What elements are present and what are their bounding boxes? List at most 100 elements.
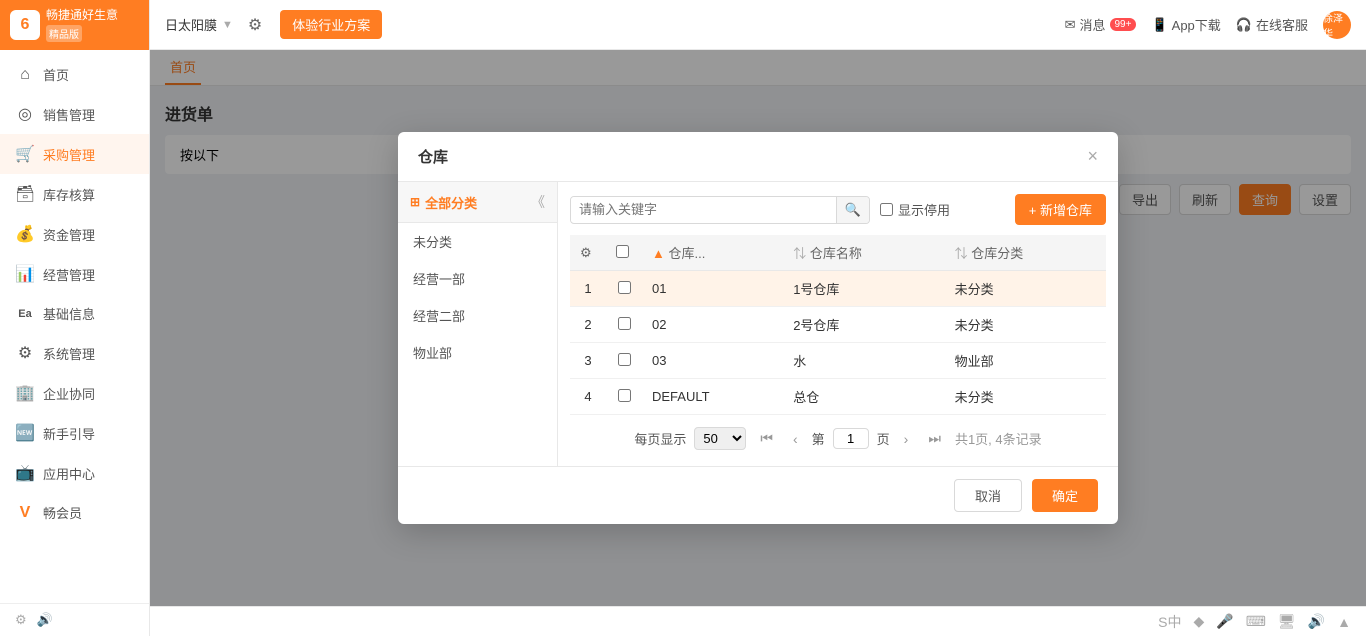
appcenter-icon: 📺 <box>15 463 35 483</box>
sidebar-item-operations[interactable]: 📊 经营管理 <box>0 254 149 294</box>
status-mic-icon[interactable]: 🎤 <box>1216 613 1233 630</box>
user-info[interactable]: 徐泽华 <box>1323 11 1351 39</box>
per-page-select[interactable]: 50 20 100 <box>694 427 746 450</box>
modal-footer: 取消 确定 <box>398 466 1118 524</box>
row-checkbox[interactable] <box>606 271 642 307</box>
member-icon: V <box>15 504 35 522</box>
show-disabled-label[interactable]: 显示停用 <box>880 200 950 219</box>
modal-cancel-btn[interactable]: 取消 <box>954 479 1022 512</box>
per-page-label: 每页显示 <box>634 429 686 448</box>
system-icon: ⚙ <box>15 343 35 363</box>
sidebar-item-sales[interactable]: ◎ 销售管理 <box>0 94 149 134</box>
header-actions: ✉ 消息 99+ 📱 App下载 🎧 在线客服 徐泽华 <box>1065 11 1351 39</box>
sidebar-item-label: 首页 <box>43 65 69 84</box>
table-row[interactable]: 1 01 1号仓库 未分类 <box>570 271 1106 307</box>
table-row[interactable]: 3 03 水 物业部 <box>570 343 1106 379</box>
row-code: 02 <box>642 307 783 343</box>
sidebar-item-finance[interactable]: 💰 资金管理 <box>0 214 149 254</box>
sidebar-item-appcenter[interactable]: 📺 应用中心 <box>0 453 149 493</box>
th-category: ⇅ 仓库分类 <box>945 235 1106 271</box>
show-disabled-checkbox[interactable] <box>880 203 893 216</box>
search-input-wrap: 🔍 <box>570 196 870 224</box>
home-icon: ⌂ <box>15 66 35 84</box>
sidebar-item-label: 系统管理 <box>43 344 95 363</box>
category-title: ⊞ 全部分类 <box>410 193 477 212</box>
modal-confirm-btn[interactable]: 确定 <box>1032 479 1098 512</box>
modal-overlay: 仓库 × ⊞ 全部分类 《 <box>150 50 1366 606</box>
message-icon: ✉ <box>1065 17 1076 33</box>
new-warehouse-btn[interactable]: + 新增仓库 <box>1015 194 1106 225</box>
online-service-btn[interactable]: 🎧 在线客服 <box>1236 15 1308 34</box>
statusbar: S中 ◆ 🎤 ⌨ 🖥 🔊 ▲ <box>150 606 1366 636</box>
messages-btn[interactable]: ✉ 消息 99+ <box>1065 15 1137 34</box>
table-row[interactable]: 4 DEFAULT 总仓 未分类 <box>570 379 1106 415</box>
sidebar-item-home[interactable]: ⌂ 首页 <box>0 55 149 94</box>
modal-header: 仓库 × <box>398 132 1118 182</box>
row-num: 1 <box>570 271 606 307</box>
basic-icon: Ea <box>15 308 35 320</box>
row-checkbox[interactable] <box>606 343 642 379</box>
sidebar-collapse-btn[interactable]: ⚙ <box>15 612 27 628</box>
sidebar-item-member[interactable]: V 畅会员 <box>0 493 149 532</box>
table-head: ⚙ ▲ 仓库... <box>570 235 1106 271</box>
status-monitor-icon[interactable]: 🖥 <box>1278 613 1296 630</box>
modal-close-btn[interactable]: × <box>1087 146 1098 167</box>
row-num: 4 <box>570 379 606 415</box>
sidebar-nav: ⌂ 首页 ◎ 销售管理 🛒 采购管理 🗃 库存核算 💰 资金管理 📊 经营管理 … <box>0 50 149 603</box>
sales-icon: ◎ <box>15 104 35 124</box>
status-diamond-icon: ◆ <box>1193 613 1204 630</box>
prev-page-btn[interactable]: ‹ <box>787 429 804 449</box>
category-item-dept1[interactable]: 经营一部 <box>398 260 557 297</box>
row-code: 03 <box>642 343 783 379</box>
table-toolbar: 🔍 显示停用 + 新增仓库 <box>570 194 1106 225</box>
table-row[interactable]: 2 02 2号仓库 未分类 <box>570 307 1106 343</box>
sidebar-item-basic[interactable]: Ea 基础信息 <box>0 294 149 333</box>
gear-icon: ⚙ <box>580 245 592 260</box>
status-up-icon: ▲ <box>1337 614 1351 630</box>
category-item-dept2[interactable]: 经营二部 <box>398 297 557 334</box>
sidebar-item-label: 经营管理 <box>43 265 95 284</box>
sidebar-item-purchase[interactable]: 🛒 采购管理 <box>0 134 149 174</box>
app-download-btn[interactable]: 📱 App下载 <box>1151 15 1220 34</box>
category-item-uncategorized[interactable]: 未分类 <box>398 223 557 260</box>
category-header: ⊞ 全部分类 《 <box>398 182 557 223</box>
sidebar-item-inventory[interactable]: 🗃 库存核算 <box>0 174 149 214</box>
status-keyboard-icon[interactable]: ⌨ <box>1246 613 1266 630</box>
search-icon[interactable]: 🔍 <box>836 197 869 223</box>
row-name: 1号仓库 <box>783 271 944 307</box>
row-checkbox[interactable] <box>606 379 642 415</box>
header: 日太阳膜 ▼ ⚙ 体验行业方案 ✉ 消息 99+ 📱 App下载 🎧 在线客服 … <box>150 0 1366 50</box>
status-s-icon[interactable]: S中 <box>1158 612 1181 632</box>
sidebar-item-label: 畅会员 <box>43 503 82 522</box>
first-page-btn[interactable]: ⏮ <box>754 428 779 449</box>
sidebar-item-label: 新手引导 <box>43 424 95 443</box>
header-gear-icon[interactable]: ⚙ <box>248 15 262 35</box>
msg-label: 消息 <box>1079 15 1105 34</box>
next-page-btn[interactable]: › <box>898 429 915 449</box>
trial-btn[interactable]: 体验行业方案 <box>280 10 382 39</box>
page-input[interactable] <box>833 428 869 449</box>
online-service-label: 在线客服 <box>1256 15 1308 34</box>
select-all-checkbox[interactable] <box>616 245 629 258</box>
row-code: DEFAULT <box>642 379 783 415</box>
search-input[interactable] <box>571 197 836 222</box>
pagination-row: 每页显示 50 20 100 ⏮ ‹ 第 页 › <box>570 415 1106 454</box>
sidebar-item-system[interactable]: ⚙ 系统管理 <box>0 333 149 373</box>
th-checkbox <box>606 235 642 271</box>
sidebar-item-guide[interactable]: 🆕 新手引导 <box>0 413 149 453</box>
pagination-total: 共1页, 4条记录 <box>955 429 1042 448</box>
sidebar-item-enterprise[interactable]: 🏢 企业协同 <box>0 373 149 413</box>
status-sound-icon[interactable]: 🔊 <box>1308 613 1325 630</box>
store-selector[interactable]: 日太阳膜 ▼ <box>165 15 233 34</box>
main-area: 日太阳膜 ▼ ⚙ 体验行业方案 ✉ 消息 99+ 📱 App下载 🎧 在线客服 … <box>150 0 1366 636</box>
row-checkbox[interactable] <box>606 307 642 343</box>
logo-badge: 精品版 <box>46 25 82 42</box>
sidebar-item-label: 库存核算 <box>43 185 95 204</box>
category-item-property[interactable]: 物业部 <box>398 334 557 371</box>
content-area: 首页 进货单 按以下 打印 导出 刷新 查询 设置 仓库 × <box>150 50 1366 606</box>
category-collapse-btn[interactable]: 《 <box>531 192 545 212</box>
sidebar-volume-icon[interactable]: 🔊 <box>37 612 53 628</box>
last-page-btn[interactable]: ⏭ <box>922 428 947 449</box>
th-code: ▲ 仓库... <box>642 235 783 271</box>
th-settings: ⚙ <box>570 235 606 271</box>
